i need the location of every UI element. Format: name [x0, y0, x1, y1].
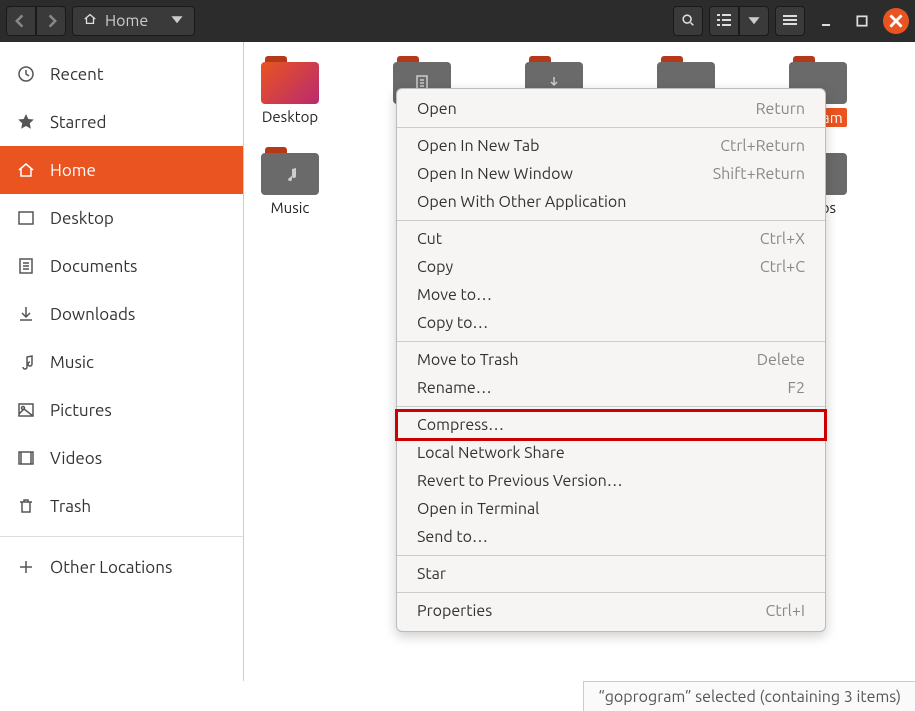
sidebar-item-home[interactable]: Home: [0, 146, 243, 194]
menu-item-open-window[interactable]: Open In New WindowShift+Return: [397, 160, 825, 188]
sidebar-item-label: Videos: [50, 449, 102, 468]
menu-item-compress[interactable]: Compress…: [397, 411, 825, 439]
menu-item-terminal[interactable]: Open in Terminal: [397, 495, 825, 523]
folder-desktop[interactable]: Desktop: [254, 56, 326, 127]
sidebar-item-label: Other Locations: [50, 558, 172, 577]
menu-item-cut[interactable]: CutCtrl+X: [397, 225, 825, 253]
menu-item-move-to[interactable]: Move to…: [397, 281, 825, 309]
folder-music[interactable]: Music: [254, 147, 326, 216]
plus-icon: [16, 558, 36, 576]
folder-icon: [261, 62, 319, 104]
menu-item-open-with[interactable]: Open With Other Application: [397, 188, 825, 216]
home-icon: [83, 12, 97, 30]
music-icon: [261, 153, 319, 195]
status-text: “goprogram” selected (containing 3 items…: [598, 688, 901, 706]
close-button[interactable]: [883, 8, 909, 34]
documents-icon: [16, 257, 36, 275]
home-icon: [16, 161, 36, 179]
back-button[interactable]: [6, 6, 36, 36]
sidebar-item-recent[interactable]: Recent: [0, 50, 243, 98]
sidebar-item-label: Music: [50, 353, 94, 372]
sidebar-item-documents[interactable]: Documents: [0, 242, 243, 290]
chevron-down-icon: [170, 12, 184, 30]
menu-item-rename[interactable]: Rename…F2: [397, 374, 825, 402]
sidebar-item-other-locations[interactable]: Other Locations: [0, 543, 243, 591]
forward-button[interactable]: [36, 6, 66, 36]
view-list-button[interactable]: [709, 6, 739, 36]
path-bar[interactable]: Home: [72, 6, 195, 36]
sidebar-item-downloads[interactable]: Downloads: [0, 290, 243, 338]
sidebar-item-label: Starred: [50, 113, 107, 132]
context-menu: OpenReturn Open In New TabCtrl+Return Op…: [396, 88, 826, 632]
sidebar-item-label: Recent: [50, 65, 104, 84]
star-icon: [16, 113, 36, 131]
music-icon: [16, 353, 36, 371]
sidebar-item-videos[interactable]: Videos: [0, 434, 243, 482]
downloads-icon: [16, 305, 36, 323]
menu-item-open-tab[interactable]: Open In New TabCtrl+Return: [397, 132, 825, 160]
trash-icon: [16, 497, 36, 515]
folder-label: Music: [271, 199, 310, 216]
clock-icon: [16, 65, 36, 83]
sidebar-item-pictures[interactable]: Pictures: [0, 386, 243, 434]
sidebar-item-starred[interactable]: Starred: [0, 98, 243, 146]
menu-item-copy-to[interactable]: Copy to…: [397, 309, 825, 337]
chevron-down-icon: [747, 13, 761, 30]
folder-label: Desktop: [262, 108, 318, 125]
minimize-button[interactable]: [811, 6, 841, 36]
sidebar-item-label: Home: [50, 161, 96, 180]
sidebar-item-label: Trash: [50, 497, 91, 516]
path-label: Home: [105, 12, 148, 30]
menu-item-open[interactable]: OpenReturn: [397, 95, 825, 123]
maximize-button[interactable]: [847, 6, 877, 36]
view-dropdown-button[interactable]: [739, 6, 769, 36]
sidebar-item-trash[interactable]: Trash: [0, 482, 243, 530]
sidebar-item-label: Documents: [50, 257, 137, 276]
sidebar-item-desktop[interactable]: Desktop: [0, 194, 243, 242]
menu-item-share[interactable]: Local Network Share: [397, 439, 825, 467]
list-icon: [717, 13, 731, 30]
menu-icon: [783, 13, 797, 30]
titlebar: Home: [0, 0, 915, 42]
menu-item-send[interactable]: Send to…: [397, 523, 825, 551]
search-button[interactable]: [673, 6, 703, 36]
sidebar-item-label: Downloads: [50, 305, 135, 324]
desktop-icon: [16, 209, 36, 227]
sidebar-item-label: Desktop: [50, 209, 114, 228]
menu-item-revert[interactable]: Revert to Previous Version…: [397, 467, 825, 495]
menu-item-star[interactable]: Star: [397, 560, 825, 588]
sidebar: Recent Starred Home Desktop Documents Do…: [0, 42, 244, 681]
hamburger-menu-button[interactable]: [775, 6, 805, 36]
menu-item-copy[interactable]: CopyCtrl+C: [397, 253, 825, 281]
menu-item-properties[interactable]: PropertiesCtrl+I: [397, 597, 825, 625]
statusbar: “goprogram” selected (containing 3 items…: [583, 681, 915, 711]
menu-item-trash[interactable]: Move to TrashDelete: [397, 346, 825, 374]
videos-icon: [16, 449, 36, 467]
sidebar-item-label: Pictures: [50, 401, 112, 420]
search-icon: [681, 13, 695, 30]
sidebar-item-music[interactable]: Music: [0, 338, 243, 386]
pictures-icon: [16, 401, 36, 419]
